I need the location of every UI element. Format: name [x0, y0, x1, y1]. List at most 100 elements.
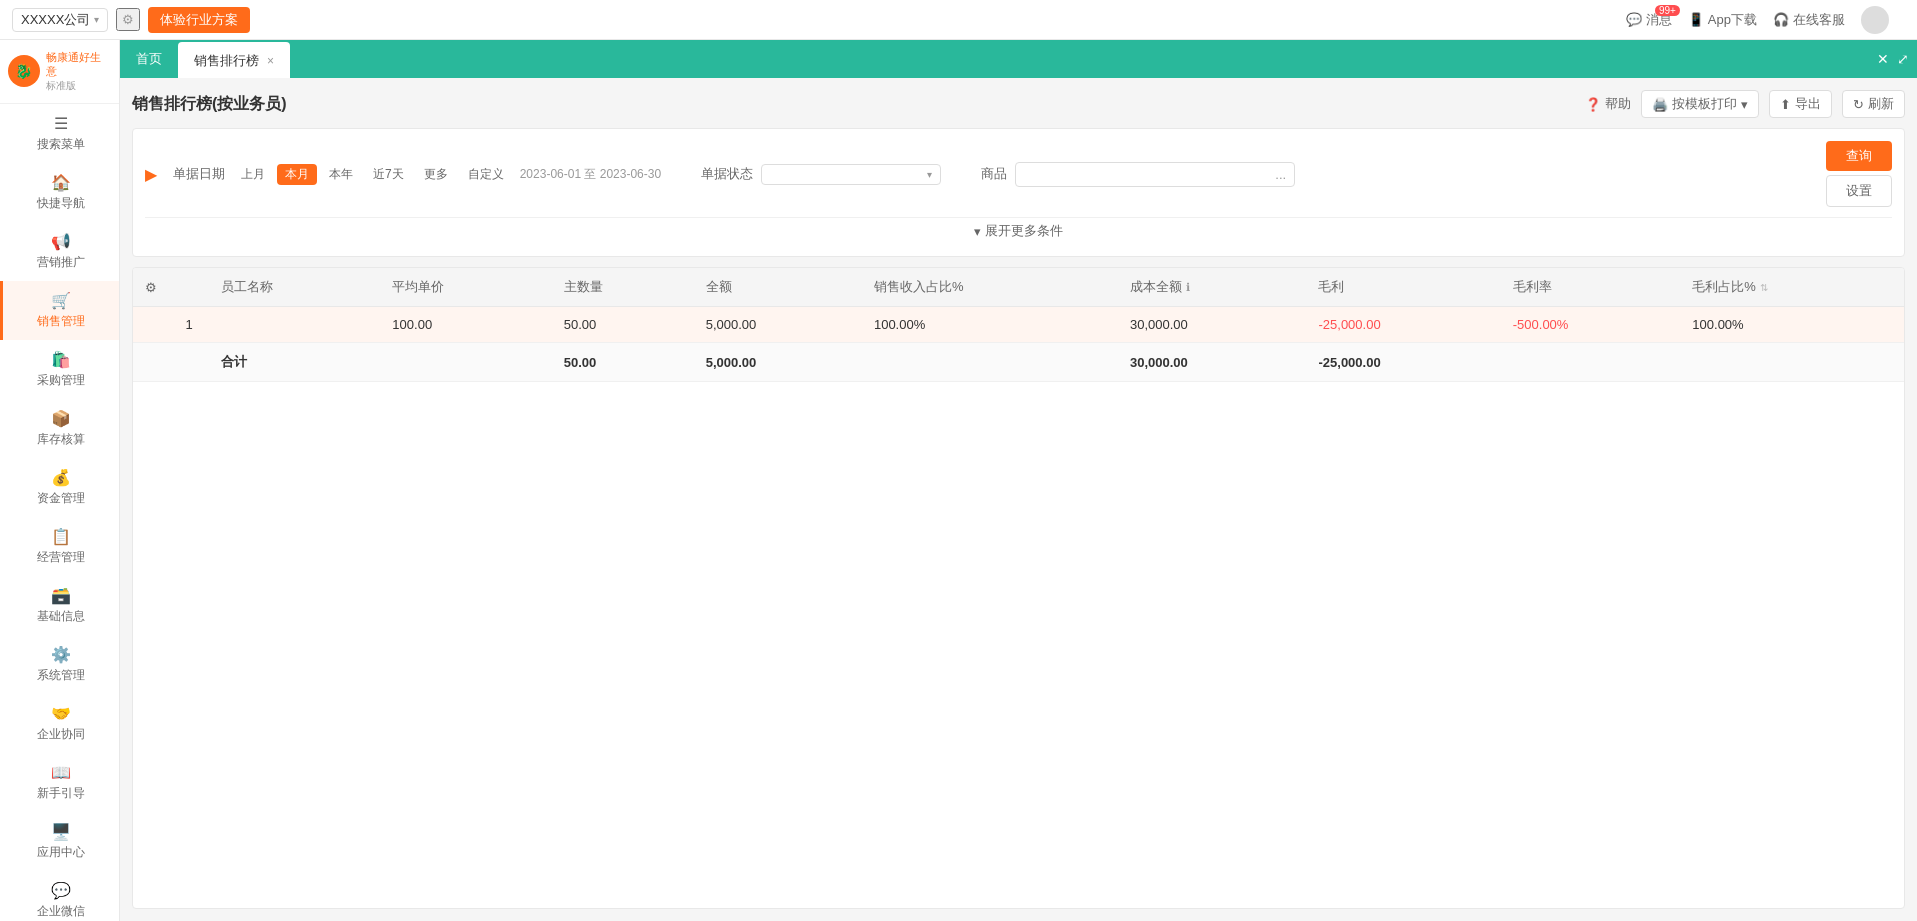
sidebar-item-sales[interactable]: 🛒 销售管理	[0, 281, 119, 340]
refresh-icon: ↻	[1853, 97, 1864, 112]
footer-amount-cell: 5,000.00	[694, 343, 862, 382]
expand-more-button[interactable]: ▾ 展开更多条件	[145, 217, 1892, 244]
data-table-wrapper: ⚙ 员工名称 平均单价 主数量	[132, 267, 1905, 909]
cell-sales-ratio: 100.00%	[862, 307, 1118, 343]
date-filter-group: 单据日期 上月 本月 本年 近7天 更多 自定义 2023-06-01 至 20…	[173, 164, 661, 185]
finance-icon: 💰	[51, 468, 71, 487]
guide-icon: 📖	[51, 763, 71, 782]
date-tab-custom[interactable]: 自定义	[460, 164, 512, 185]
page-header: 销售排行榜(按业务员) ❓ 帮助 🖨️ 按模板打印 ▾ ⬆ 导出	[132, 90, 1905, 118]
col-employee: 员工名称	[209, 268, 380, 307]
apps-icon: 🖥️	[51, 822, 71, 841]
cost-info-icon[interactable]: ℹ	[1186, 281, 1190, 293]
refresh-button[interactable]: ↻ 刷新	[1842, 90, 1905, 118]
tab-label-sales-ranking: 销售排行榜	[194, 52, 259, 70]
online-service-button[interactable]: 🎧 在线客服	[1773, 11, 1845, 29]
export-icon: ⬆	[1780, 97, 1791, 112]
sidebar-item-operations[interactable]: 📋 经营管理	[0, 517, 119, 576]
footer-qty-cell: 50.00	[552, 343, 694, 382]
company-selector[interactable]: XXXXX公司 ▾	[12, 8, 108, 32]
col-gross: 毛利	[1306, 268, 1500, 307]
gross-ratio-sort-icon[interactable]: ⇅	[1760, 282, 1768, 293]
filter-actions: 查询 设置	[1826, 141, 1892, 207]
product-more-icon: ...	[1275, 167, 1286, 182]
main-layout: 🐉 畅康通好生意 标准版 ☰ 搜索菜单 🏠 快捷导航 📢 营销推广 🛒 销售管理	[0, 40, 1917, 921]
avatar[interactable]	[1861, 6, 1889, 34]
date-tab-this-year[interactable]: 本年	[321, 164, 361, 185]
tab-sales-ranking[interactable]: 销售排行榜 ×	[178, 42, 290, 80]
sidebar-item-inventory[interactable]: 📦 库存核算	[0, 399, 119, 458]
column-settings-icon[interactable]: ⚙	[145, 280, 157, 295]
status-selector[interactable]: ▾	[761, 164, 941, 185]
col-avg-price: 平均单价	[380, 268, 551, 307]
filter-expand-toggle[interactable]: ▶	[145, 165, 157, 184]
date-tab-last-month[interactable]: 上月	[233, 164, 273, 185]
footer-gross-rate-cell	[1501, 343, 1681, 382]
product-filter-label: 商品	[981, 165, 1007, 183]
cell-cost: 30,000.00	[1118, 307, 1307, 343]
date-tabs: 上月 本月 本年 近7天 更多 自定义	[233, 164, 512, 185]
logo-sub: 标准版	[46, 79, 111, 93]
operations-icon: 📋	[51, 527, 71, 546]
print-icon: 🖨️	[1652, 97, 1668, 112]
sidebar-item-system[interactable]: ⚙️ 系统管理	[0, 635, 119, 694]
sidebar: 🐉 畅康通好生意 标准版 ☰ 搜索菜单 🏠 快捷导航 📢 营销推广 🛒 销售管理	[0, 40, 120, 921]
content-area: 首页 销售排行榜 × ✕ ⤢ 销售排行榜(按业务员) ❓ 帮助	[120, 40, 1917, 921]
help-button[interactable]: ❓ 帮助	[1585, 95, 1631, 113]
tab-home[interactable]: 首页	[120, 40, 178, 78]
tab-bar-right: ✕ ⤢	[1877, 51, 1917, 67]
date-tab-7days[interactable]: 近7天	[365, 164, 412, 185]
sidebar-item-search[interactable]: ☰ 搜索菜单	[0, 104, 119, 163]
sidebar-item-enterprise[interactable]: 🤝 企业协同	[0, 694, 119, 753]
sidebar-item-basic-info[interactable]: 🗃️ 基础信息	[0, 576, 119, 635]
print-button[interactable]: 🖨️ 按模板打印 ▾	[1641, 90, 1759, 118]
sidebar-item-guide[interactable]: 📖 新手引导	[0, 753, 119, 812]
footer-cost-cell: 30,000.00	[1118, 343, 1307, 382]
date-tab-this-month[interactable]: 本月	[277, 164, 317, 185]
sales-icon: 🛒	[51, 291, 71, 310]
query-button[interactable]: 查询	[1826, 141, 1892, 171]
sidebar-item-finance[interactable]: 💰 资金管理	[0, 458, 119, 517]
trial-button[interactable]: 体验行业方案	[148, 7, 250, 33]
sidebar-item-weixin[interactable]: 💬 企业微信	[0, 871, 119, 921]
cell-rank: 1	[169, 307, 209, 343]
settings-icon[interactable]: ⚙	[116, 8, 140, 31]
sidebar-label-weixin: 企业微信	[37, 903, 85, 920]
sidebar-label-finance: 资金管理	[37, 490, 85, 507]
sidebar-item-apps[interactable]: 🖥️ 应用中心	[0, 812, 119, 871]
sidebar-label-nav: 快捷导航	[37, 195, 85, 212]
sidebar-label-system: 系统管理	[37, 667, 85, 684]
tab-close-icon[interactable]: ×	[267, 54, 274, 68]
filter-row-main: ▶ 单据日期 上月 本月 本年 近7天 更多 自定义 2023-06-01 至 …	[145, 141, 1892, 207]
weixin-icon: 💬	[51, 881, 71, 900]
status-filter-group: 单据状态 ▾	[701, 164, 941, 185]
product-selector[interactable]: ...	[1015, 162, 1295, 187]
message-button[interactable]: 💬 消息 99+	[1626, 11, 1672, 29]
col-sales-ratio: 销售收入占比%	[862, 268, 1118, 307]
window-expand-icon[interactable]: ⤢	[1897, 51, 1909, 67]
sidebar-item-marketing[interactable]: 📢 营销推广	[0, 222, 119, 281]
sidebar-label-inventory: 库存核算	[37, 431, 85, 448]
export-button[interactable]: ⬆ 导出	[1769, 90, 1832, 118]
footer-gross-cell: -25,000.00	[1306, 343, 1500, 382]
marketing-icon: 📢	[51, 232, 71, 251]
table-header-row: ⚙ 员工名称 平均单价 主数量	[133, 268, 1904, 307]
app-download-button[interactable]: 📱 App下载	[1688, 11, 1757, 29]
sidebar-label-search: 搜索菜单	[37, 136, 85, 153]
sidebar-item-purchase[interactable]: 🛍️ 采购管理	[0, 340, 119, 399]
home-icon: 🏠	[51, 173, 71, 192]
sidebar-item-nav[interactable]: 🏠 快捷导航	[0, 163, 119, 222]
sidebar-label-marketing: 营销推广	[37, 254, 85, 271]
print-dropdown-icon: ▾	[1741, 97, 1748, 112]
date-tab-more[interactable]: 更多	[416, 164, 456, 185]
table-settings-button[interactable]: 设置	[1826, 175, 1892, 207]
date-range-display: 2023-06-01 至 2023-06-30	[520, 166, 661, 183]
col-cost: 成本全额 ℹ	[1118, 268, 1307, 307]
col-gross-rate: 毛利率	[1501, 268, 1681, 307]
cell-employee	[209, 307, 380, 343]
basic-info-icon: 🗃️	[51, 586, 71, 605]
sidebar-label-enterprise: 企业协同	[37, 726, 85, 743]
window-close-icon[interactable]: ✕	[1877, 51, 1889, 67]
sidebar-label-guide: 新手引导	[37, 785, 85, 802]
logo-area: 🐉 畅康通好生意 标准版	[0, 40, 119, 104]
